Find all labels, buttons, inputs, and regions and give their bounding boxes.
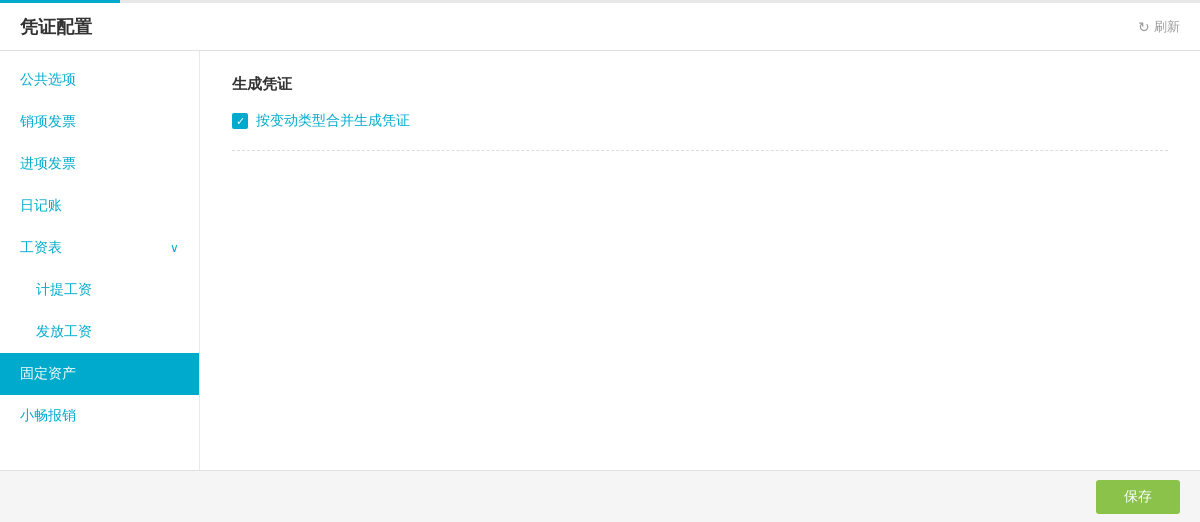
top-progress-bar [0,0,1200,3]
refresh-button[interactable]: ↻ 刷新 [1138,18,1180,36]
chevron-down-icon: ∨ [170,241,179,255]
footer: 保存 [0,470,1200,522]
sidebar-item-label: 进项发票 [20,155,76,173]
sidebar-item-journal[interactable]: 日记账 [0,185,199,227]
sidebar-item-label: 小畅报销 [20,407,76,425]
sidebar-item-payroll-table[interactable]: 工资表 ∨ [0,227,199,269]
main-layout: 公共选项销项发票进项发票日记账工资表 ∨ 计提工资发放工资固定资产小畅报销 生成凭证… [0,51,1200,470]
sidebar-item-accrued-wages[interactable]: 计提工资 [0,269,199,311]
checkbox-label: 按变动类型合并生成凭证 [256,112,410,130]
merge-checkbox[interactable]: ✓ [232,113,248,129]
content-divider [232,150,1168,151]
refresh-label: 刷新 [1154,18,1180,36]
sidebar-item-label: 计提工资 [36,281,92,299]
sidebar-item-label: 工资表 [20,239,62,257]
sidebar-item-fixed-assets[interactable]: 固定资产 [0,353,199,395]
sidebar-item-label: 发放工资 [36,323,92,341]
sidebar-item-label: 公共选项 [20,71,76,89]
sidebar-item-sales-invoice[interactable]: 销项发票 [0,101,199,143]
section-title: 生成凭证 [232,75,1168,94]
sidebar-item-label: 销项发票 [20,113,76,131]
refresh-icon: ↻ [1138,19,1150,35]
page-title: 凭证配置 [20,15,92,39]
header: 凭证配置 ↻ 刷新 [0,3,1200,51]
content-area: 生成凭证 ✓ 按变动类型合并生成凭证 [200,51,1200,470]
sidebar-item-label: 日记账 [20,197,62,215]
save-button[interactable]: 保存 [1096,480,1180,514]
sidebar-item-public-options[interactable]: 公共选项 [0,59,199,101]
sidebar-item-purchase-invoice[interactable]: 进项发票 [0,143,199,185]
sidebar: 公共选项销项发票进项发票日记账工资表 ∨ 计提工资发放工资固定资产小畅报销 [0,51,200,470]
checkbox-row[interactable]: ✓ 按变动类型合并生成凭证 [232,112,1168,130]
check-icon: ✓ [236,116,245,127]
sidebar-item-pay-wages[interactable]: 发放工资 [0,311,199,353]
top-progress-active [0,0,120,3]
sidebar-item-expense-reimbursement[interactable]: 小畅报销 [0,395,199,437]
sidebar-item-label: 固定资产 [20,365,76,383]
